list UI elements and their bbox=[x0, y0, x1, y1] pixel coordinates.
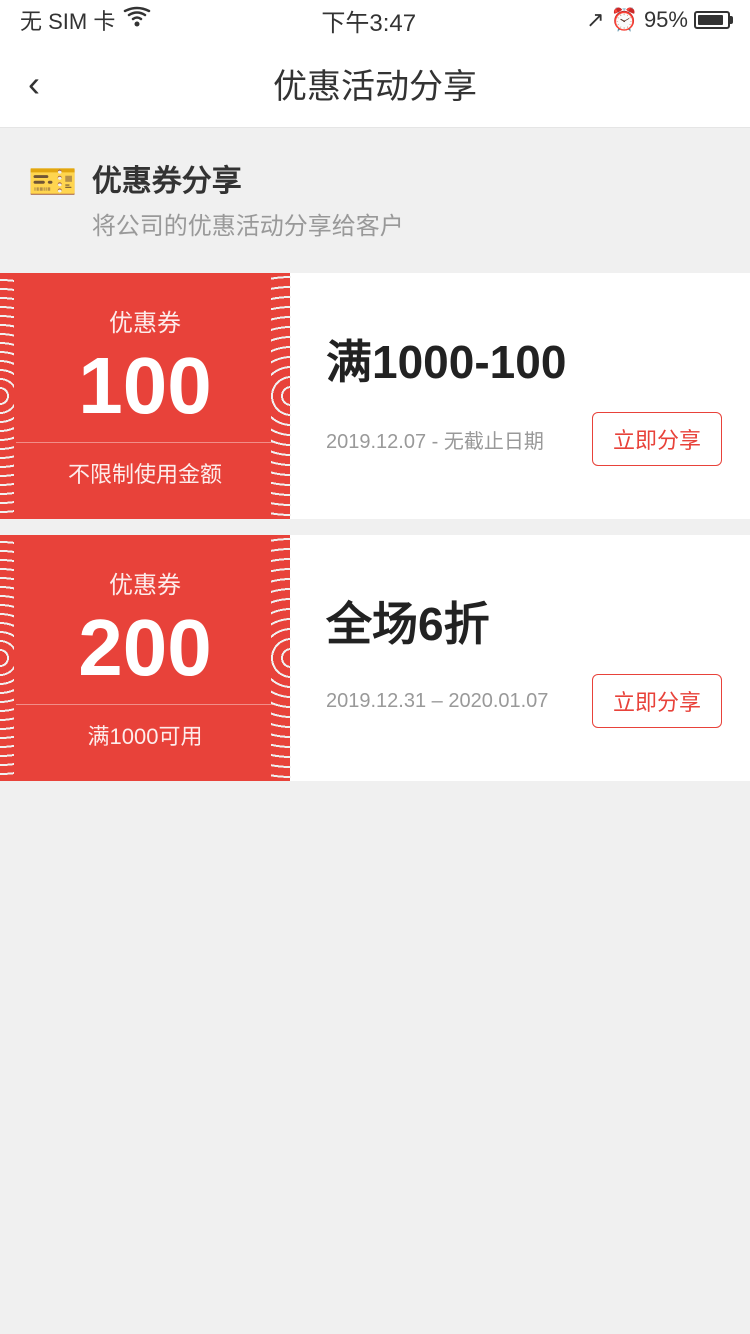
battery-icon bbox=[694, 11, 730, 29]
coupon-card: 优惠券 200 满1000可用 全场6折 2019.12.31 – 2020.0… bbox=[0, 535, 750, 781]
coupon-condition: 不限制使用金额 bbox=[68, 457, 222, 489]
empty-area bbox=[0, 813, 750, 1313]
coupon-right: 全场6折 2019.12.31 – 2020.01.07 立即分享 bbox=[290, 535, 750, 781]
carrier-text: 无 SIM 卡 bbox=[20, 4, 115, 36]
coupon-date: 2019.12.07 - 无截止日期 bbox=[326, 425, 580, 454]
coupon-card: 优惠券 100 不限制使用金额 满1000-100 2019.12.07 - 无… bbox=[0, 273, 750, 519]
coupon-amount: 100 bbox=[78, 346, 211, 426]
alarm-icon: ⏰ bbox=[611, 7, 638, 33]
coupons-container: 优惠券 100 不限制使用金额 满1000-100 2019.12.07 - 无… bbox=[0, 257, 750, 813]
page-title: 优惠活动分享 bbox=[273, 59, 477, 108]
location-icon: ↗ bbox=[586, 7, 604, 33]
status-bar: 无 SIM 卡 下午3:47 ↗ ⏰ 95% bbox=[0, 0, 750, 40]
coupon-type: 优惠券 bbox=[109, 565, 181, 600]
share-button[interactable]: 立即分享 bbox=[592, 674, 722, 728]
status-time: 下午3:47 bbox=[321, 3, 416, 38]
battery-percent: 95% bbox=[644, 7, 688, 33]
status-left: 无 SIM 卡 bbox=[20, 4, 151, 36]
coupon-condition: 满1000可用 bbox=[88, 719, 203, 751]
back-button[interactable]: ‹ bbox=[28, 63, 40, 105]
coupon-left: 优惠券 100 不限制使用金额 bbox=[0, 273, 290, 519]
section-subtitle: 将公司的优惠活动分享给客户 bbox=[92, 206, 404, 241]
coupon-divider bbox=[16, 704, 274, 705]
coupon-meta: 2019.12.07 - 无截止日期 立即分享 bbox=[326, 412, 722, 466]
coupon-left: 优惠券 200 满1000可用 bbox=[0, 535, 290, 781]
coupon-share-icon: 🎫 bbox=[28, 158, 78, 205]
coupon-title: 满1000-100 bbox=[326, 326, 722, 392]
section-text: 优惠券分享 将公司的优惠活动分享给客户 bbox=[92, 156, 404, 241]
status-right: ↗ ⏰ 95% bbox=[586, 7, 730, 33]
coupon-meta: 2019.12.31 – 2020.01.07 立即分享 bbox=[326, 674, 722, 728]
section-title: 优惠券分享 bbox=[92, 156, 404, 200]
wifi-icon bbox=[123, 6, 151, 34]
coupon-type: 优惠券 bbox=[109, 303, 181, 338]
share-button[interactable]: 立即分享 bbox=[592, 412, 722, 466]
coupon-divider bbox=[16, 442, 274, 443]
coupon-right: 满1000-100 2019.12.07 - 无截止日期 立即分享 bbox=[290, 273, 750, 519]
nav-bar: ‹ 优惠活动分享 bbox=[0, 40, 750, 128]
coupon-title: 全场6折 bbox=[326, 588, 722, 654]
coupon-amount: 200 bbox=[78, 608, 211, 688]
section-header: 🎫 优惠券分享 将公司的优惠活动分享给客户 bbox=[0, 128, 750, 257]
coupon-date: 2019.12.31 – 2020.01.07 bbox=[326, 690, 580, 713]
